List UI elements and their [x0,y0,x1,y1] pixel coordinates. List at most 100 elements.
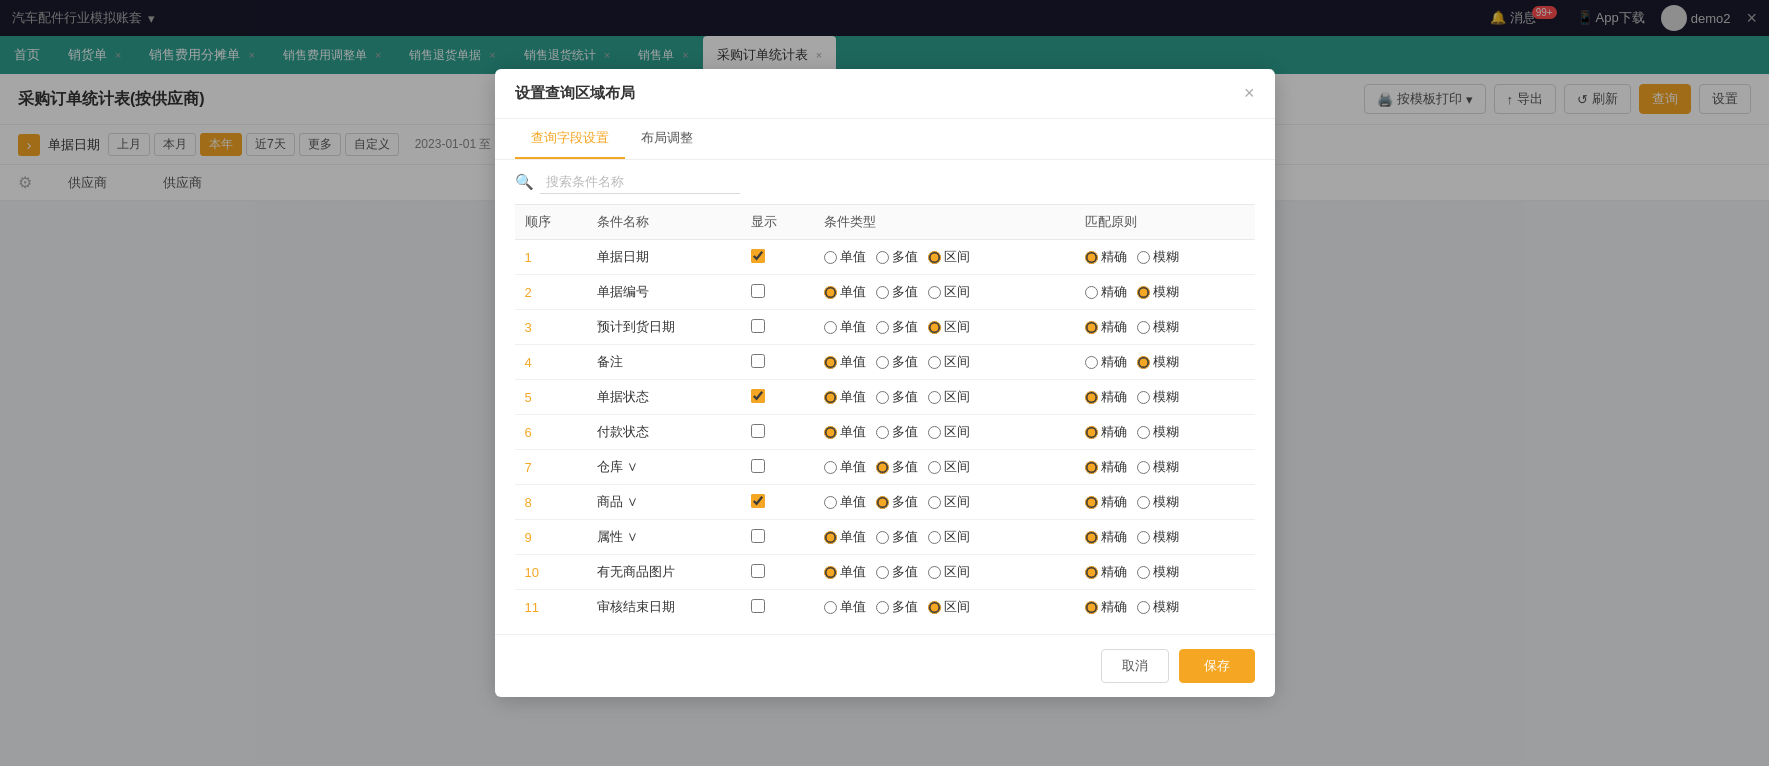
radio-match-10-精确[interactable] [1085,601,1098,614]
row-match-1: 精确模糊 [1075,275,1255,310]
table-row: 6付款状态单值多值区间精确模糊 [515,415,1255,450]
row-match-3: 精确模糊 [1075,345,1255,380]
radio-match-4-精确[interactable] [1085,391,1098,404]
row-check-7[interactable] [741,485,813,520]
radio-match-3-精确[interactable] [1085,356,1098,369]
dialog-title: 设置查询区域布局 [515,84,635,103]
radio-type-7-多值[interactable] [876,496,889,509]
radio-match-6-精确[interactable] [1085,461,1098,474]
radio-match-6-模糊[interactable] [1137,461,1150,474]
radio-type-3-单值[interactable] [824,356,837,369]
radio-type-7-单值[interactable] [824,496,837,509]
radio-match-10-模糊[interactable] [1137,601,1150,614]
checkbox-10[interactable] [751,599,765,613]
radio-type-9-区间[interactable] [928,566,941,579]
radio-match-1-模糊[interactable] [1137,286,1150,299]
th-order: 顺序 [515,205,587,240]
tab-layout-adjust[interactable]: 布局调整 [625,119,709,159]
row-type-4: 单值多值区间 [814,380,1075,415]
row-match-6: 精确模糊 [1075,450,1255,485]
checkbox-9[interactable] [751,564,765,578]
radio-type-0-单值[interactable] [824,251,837,264]
radio-match-9-模糊[interactable] [1137,566,1150,579]
radio-type-9-多值[interactable] [876,566,889,579]
radio-type-0-区间[interactable] [928,251,941,264]
radio-match-7-模糊[interactable] [1137,496,1150,509]
radio-type-4-多值[interactable] [876,391,889,404]
row-check-9[interactable] [741,555,813,590]
radio-type-8-单值[interactable] [824,531,837,544]
radio-match-8-精确[interactable] [1085,531,1098,544]
table-row: 3预计到货日期单值多值区间精确模糊 [515,310,1255,345]
checkbox-3[interactable] [751,354,765,368]
row-check-8[interactable] [741,520,813,555]
th-type: 条件类型 [814,205,1075,240]
radio-type-5-多值[interactable] [876,426,889,439]
row-match-2: 精确模糊 [1075,310,1255,345]
radio-type-6-多值[interactable] [876,461,889,474]
dialog-search-area: 🔍 [495,160,1275,204]
cancel-button[interactable]: 取消 [1101,649,1169,683]
radio-type-5-区间[interactable] [928,426,941,439]
radio-type-6-单值[interactable] [824,461,837,474]
radio-type-5-单值[interactable] [824,426,837,439]
radio-match-5-精确[interactable] [1085,426,1098,439]
radio-match-2-模糊[interactable] [1137,321,1150,334]
radio-type-0-多值[interactable] [876,251,889,264]
radio-match-0-模糊[interactable] [1137,251,1150,264]
row-name-7: 商品 ∨ [587,485,741,520]
row-check-0[interactable] [741,240,813,275]
row-check-6[interactable] [741,450,813,485]
radio-type-4-单值[interactable] [824,391,837,404]
tab-query-fields[interactable]: 查询字段设置 [515,119,625,159]
search-input[interactable] [540,170,740,194]
radio-type-6-区间[interactable] [928,461,941,474]
radio-type-8-区间[interactable] [928,531,941,544]
row-match-10: 精确模糊 [1075,590,1255,625]
checkbox-8[interactable] [751,529,765,543]
radio-type-8-多值[interactable] [876,531,889,544]
dialog-close-button[interactable]: × [1244,83,1255,104]
radio-type-1-单值[interactable] [824,286,837,299]
checkbox-7[interactable] [751,494,765,508]
radio-type-2-多值[interactable] [876,321,889,334]
save-button[interactable]: 保存 [1179,649,1255,683]
radio-type-1-多值[interactable] [876,286,889,299]
row-order-2: 3 [515,310,587,345]
row-check-1[interactable] [741,275,813,310]
radio-type-3-区间[interactable] [928,356,941,369]
radio-type-4-区间[interactable] [928,391,941,404]
row-name-1: 单据编号 [587,275,741,310]
radio-type-2-单值[interactable] [824,321,837,334]
radio-type-10-区间[interactable] [928,601,941,614]
row-type-5: 单值多值区间 [814,415,1075,450]
radio-match-0-精确[interactable] [1085,251,1098,264]
radio-match-7-精确[interactable] [1085,496,1098,509]
radio-match-5-模糊[interactable] [1137,426,1150,439]
radio-match-9-精确[interactable] [1085,566,1098,579]
checkbox-1[interactable] [751,284,765,298]
row-check-5[interactable] [741,415,813,450]
radio-match-1-精确[interactable] [1085,286,1098,299]
radio-type-10-单值[interactable] [824,601,837,614]
radio-match-3-模糊[interactable] [1137,356,1150,369]
radio-type-3-多值[interactable] [876,356,889,369]
row-check-4[interactable] [741,380,813,415]
radio-match-8-模糊[interactable] [1137,531,1150,544]
radio-type-2-区间[interactable] [928,321,941,334]
radio-type-1-区间[interactable] [928,286,941,299]
checkbox-6[interactable] [751,459,765,473]
radio-type-7-区间[interactable] [928,496,941,509]
radio-match-4-模糊[interactable] [1137,391,1150,404]
checkbox-2[interactable] [751,319,765,333]
row-check-2[interactable] [741,310,813,345]
checkbox-4[interactable] [751,389,765,403]
radio-type-9-单值[interactable] [824,566,837,579]
row-name-3: 备注 [587,345,741,380]
row-check-10[interactable] [741,590,813,625]
radio-match-2-精确[interactable] [1085,321,1098,334]
checkbox-0[interactable] [751,249,765,263]
row-check-3[interactable] [741,345,813,380]
radio-type-10-多值[interactable] [876,601,889,614]
checkbox-5[interactable] [751,424,765,438]
